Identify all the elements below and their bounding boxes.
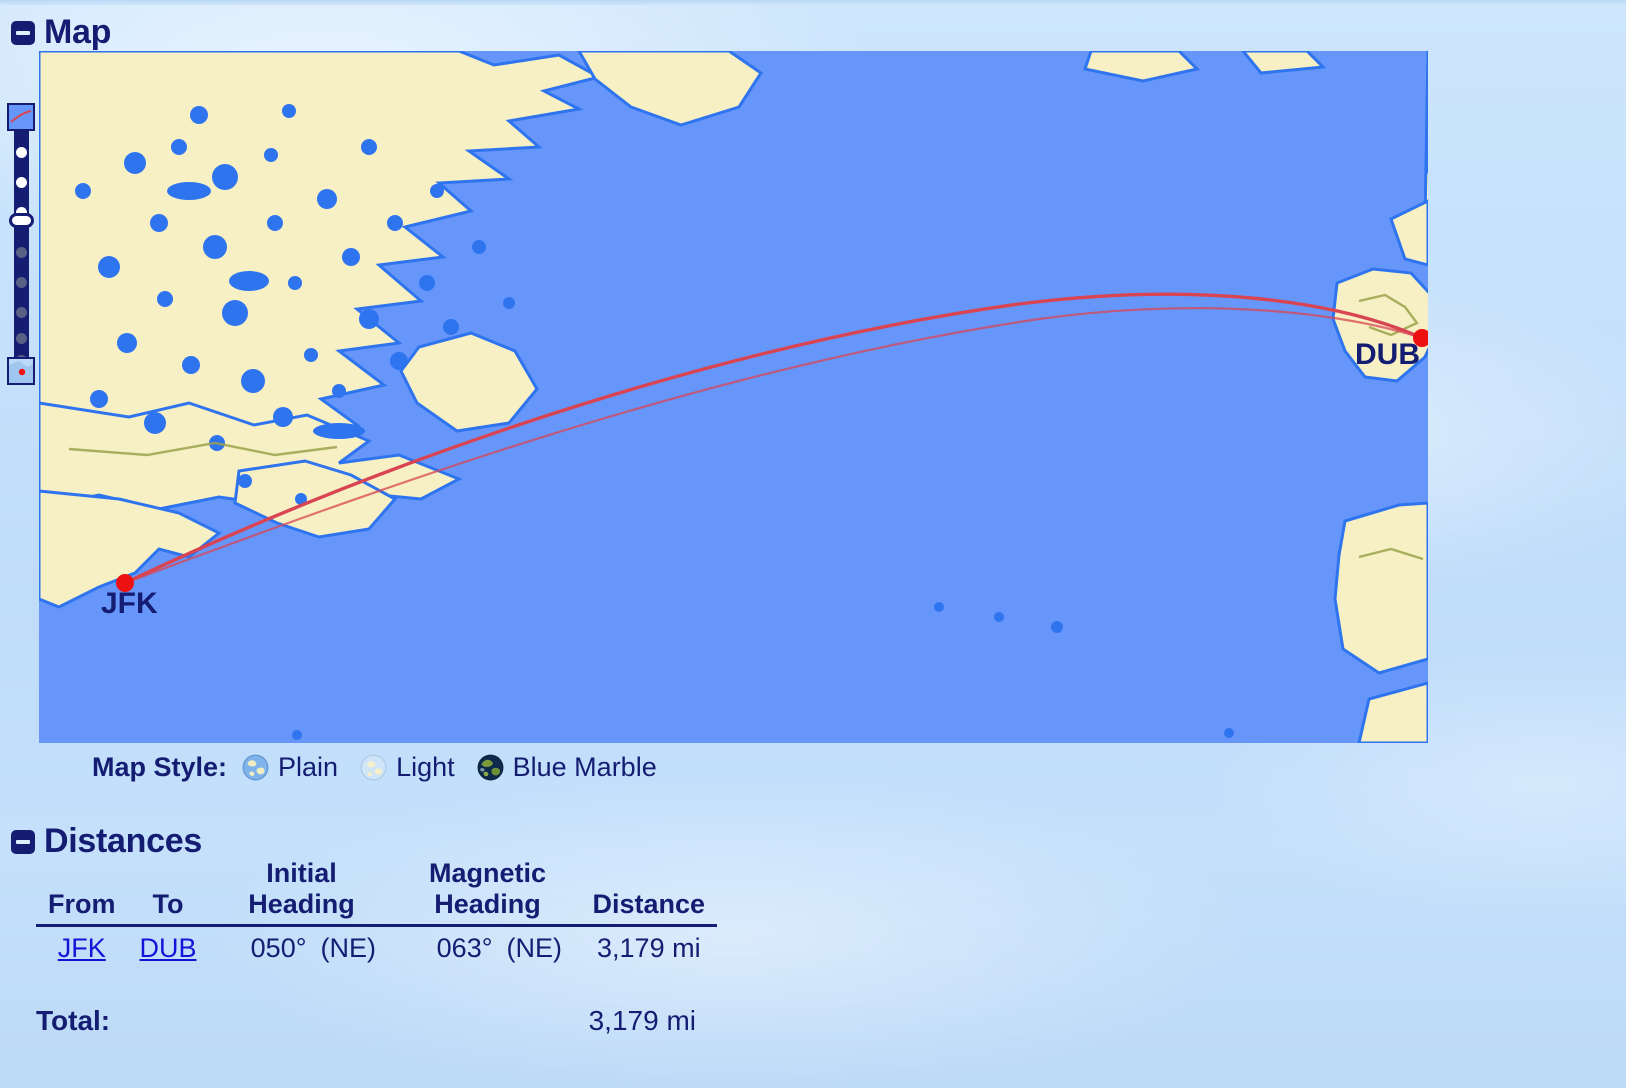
magnetic-heading-degrees: 063° xyxy=(436,932,493,963)
column-header-from: From xyxy=(36,858,128,927)
map-section-title: Map xyxy=(44,13,112,51)
marker-label-dub: DUB xyxy=(1355,338,1420,371)
map-style-option-light-label: Light xyxy=(396,752,455,782)
table-header-row: From To Initial Heading Magnetic Heading… xyxy=(36,858,718,927)
zoom-slider-handle[interactable] xyxy=(9,213,34,228)
map-zoom-slider[interactable] xyxy=(7,103,35,385)
collapse-minus-icon[interactable] xyxy=(12,21,34,44)
distances-table: From To Initial Heading Magnetic Heading… xyxy=(36,858,718,964)
globe-blue-marble-icon xyxy=(477,754,504,781)
zoom-level-dot-7[interactable] xyxy=(16,333,27,344)
total-value: 3,179 mi xyxy=(588,1005,696,1036)
cell-from: JFK xyxy=(36,925,128,964)
globe-light-icon xyxy=(360,754,387,781)
map-style-option-blue-marble-label: Blue Marble xyxy=(512,752,657,782)
column-header-magnetic-heading: Magnetic Heading xyxy=(394,858,581,927)
map-style-option-plain-label: Plain xyxy=(278,752,339,782)
zoom-in-preview-icon[interactable] xyxy=(7,357,35,385)
page-top-strip xyxy=(0,0,1626,5)
zoom-level-dot-4[interactable] xyxy=(16,247,27,258)
column-header-initial-heading: Initial Heading xyxy=(208,858,395,927)
distances-total-row: Total: 3,179 mi xyxy=(36,1005,698,1037)
map-style-selector: Map Style: Plain Light Blue Marble xyxy=(92,752,679,783)
map-style-option-light[interactable]: Light xyxy=(360,752,455,783)
marker-label-jfk: JFK xyxy=(101,587,158,620)
table-row: JFK DUB 050° (NE) 063° (NE) 3,179 mi xyxy=(36,925,717,964)
zoom-level-dot-5[interactable] xyxy=(16,277,27,288)
map-style-label: Map Style: xyxy=(92,752,228,782)
distances-section-title: Distances xyxy=(44,822,202,860)
cell-to: DUB xyxy=(128,925,209,964)
map-style-option-plain[interactable]: Plain xyxy=(242,752,338,783)
airport-link-from[interactable]: JFK xyxy=(58,933,106,963)
zoom-out-preview-icon[interactable] xyxy=(7,103,35,131)
cell-initial-heading: 050° (NE) xyxy=(209,925,395,964)
zoom-level-dot-1[interactable] xyxy=(16,147,27,158)
zoom-level-dot-6[interactable] xyxy=(16,307,27,318)
distances-section-header[interactable]: Distances xyxy=(12,822,202,861)
collapse-minus-icon[interactable] xyxy=(12,830,34,853)
magnetic-heading-direction: (NE) xyxy=(506,932,563,963)
map-section-header[interactable]: Map xyxy=(12,13,111,52)
map-canvas[interactable]: JFK DUB xyxy=(39,51,1428,743)
column-header-distance: Distance xyxy=(580,858,718,927)
great-circle-map[interactable]: JFK DUB xyxy=(39,51,1428,743)
cell-distance: 3,179 mi xyxy=(597,932,701,963)
initial-heading-degrees: 050° xyxy=(250,932,307,963)
total-label: Total: xyxy=(36,1005,111,1036)
initial-heading-direction: (NE) xyxy=(320,932,377,963)
column-header-to: To xyxy=(127,858,209,927)
globe-plain-icon xyxy=(242,754,269,781)
airport-link-to[interactable]: DUB xyxy=(140,933,197,963)
cell-magnetic-heading: 063° (NE) xyxy=(395,925,581,964)
map-style-option-blue-marble[interactable]: Blue Marble xyxy=(477,752,657,783)
zoom-level-dot-2[interactable] xyxy=(16,177,27,188)
